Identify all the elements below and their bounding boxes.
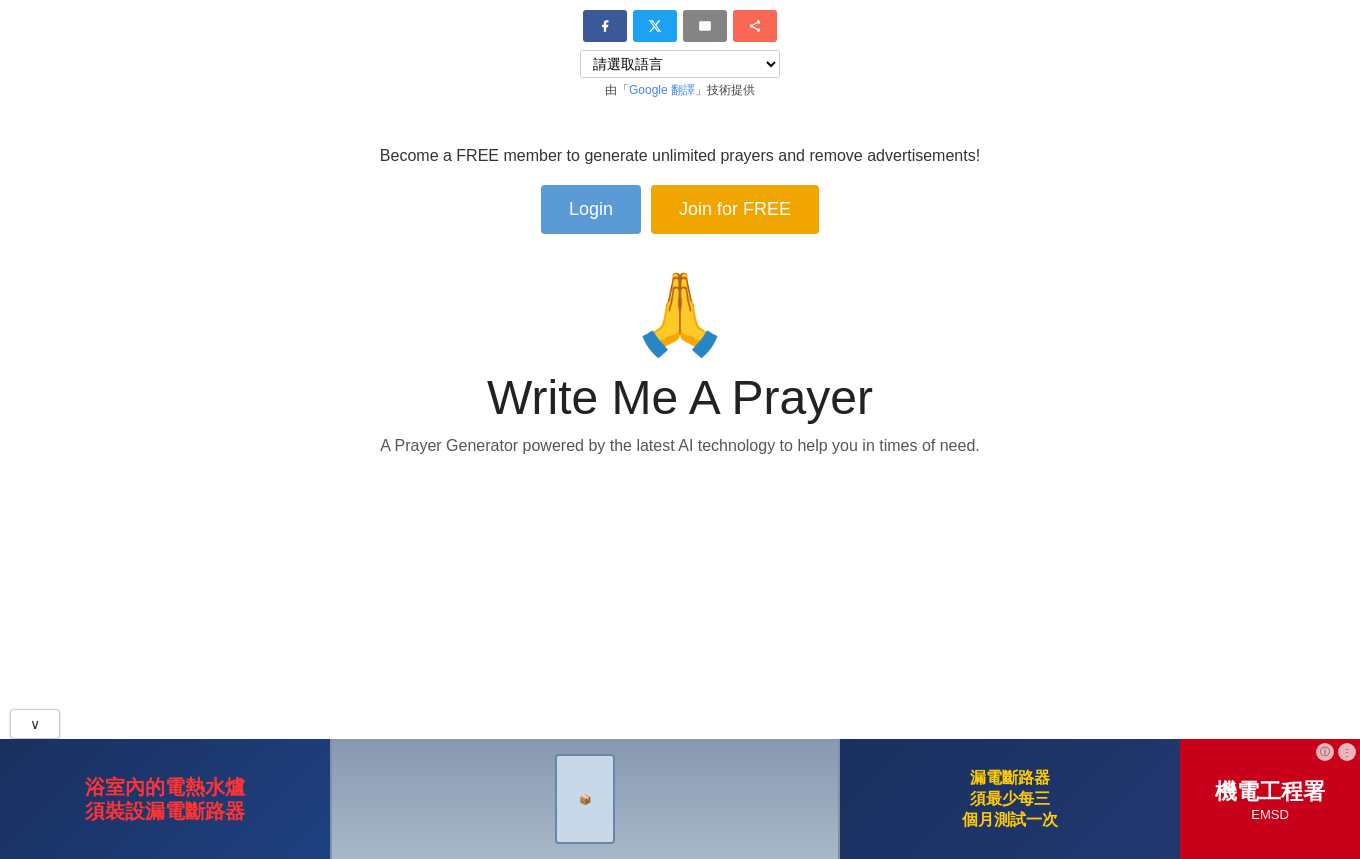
- promo-text: Become a FREE member to generate unlimit…: [380, 147, 980, 165]
- google-translate-credit: 由「Google 翻譯」技術提供: [605, 82, 755, 99]
- svg-point-1: [750, 24, 754, 28]
- ad-info-icons: ⓘ ⋮: [1316, 743, 1356, 761]
- ad-brand-abbr: EMSD: [1251, 807, 1289, 822]
- action-buttons: Login Join for FREE: [541, 185, 819, 234]
- ad-brand-text: 機電工程署: [1215, 777, 1325, 807]
- chevron-down-icon: ∨: [30, 716, 40, 732]
- main-content: Become a FREE member to generate unlimit…: [0, 107, 1360, 495]
- site-title: Write Me A Prayer: [487, 370, 873, 425]
- prayer-emoji: 🙏: [630, 274, 730, 354]
- google-brand: Google 翻譯: [629, 83, 695, 97]
- ad-container: 浴室內的電熱水爐 須裝設漏電斷路器 📦 漏電斷路器 須最少每三 個月測試一次 機…: [0, 739, 1360, 859]
- svg-line-4: [753, 23, 757, 25]
- credit-prefix: 由「: [605, 83, 629, 97]
- twitter-share-button[interactable]: [633, 10, 677, 42]
- facebook-share-button[interactable]: [583, 10, 627, 42]
- credit-suffix: 」技術提供: [695, 83, 755, 97]
- language-selector-wrap: 請選取語言 English 繁體中文 简体中文 日本語 한국어 Español …: [580, 50, 780, 99]
- site-subtitle: A Prayer Generator powered by the latest…: [380, 437, 979, 455]
- join-button[interactable]: Join for FREE: [651, 185, 819, 234]
- svg-point-0: [757, 20, 761, 24]
- ad-segment-1: 浴室內的電熱水爐 須裝設漏電斷路器: [0, 739, 330, 859]
- collapse-button[interactable]: ∨: [10, 709, 60, 739]
- social-share-buttons: [583, 10, 777, 42]
- ad-info-icon[interactable]: ⓘ: [1316, 743, 1334, 761]
- svg-point-2: [757, 28, 761, 32]
- language-select[interactable]: 請選取語言 English 繁體中文 简体中文 日本語 한국어 Español …: [580, 50, 780, 78]
- ad-segment-3: 漏電斷路器 須最少每三 個月測試一次: [840, 739, 1180, 859]
- ad-segment-2: 📦: [330, 739, 840, 859]
- bottom-advertisement: 浴室內的電熱水爐 須裝設漏電斷路器 📦 漏電斷路器 須最少每三 個月測試一次 機…: [0, 739, 1360, 859]
- top-bar: 請選取語言 English 繁體中文 简体中文 日本語 한국어 Español …: [0, 0, 1360, 107]
- sharethis-button[interactable]: [733, 10, 777, 42]
- svg-line-3: [753, 27, 757, 29]
- login-button[interactable]: Login: [541, 185, 641, 234]
- ad-seg1-text: 浴室內的電熱水爐 須裝設漏電斷路器: [85, 775, 245, 823]
- ad-seg3-text: 漏電斷路器 須最少每三 個月測試一次: [962, 768, 1058, 831]
- ad-more-icon[interactable]: ⋮: [1338, 743, 1356, 761]
- email-share-button[interactable]: [683, 10, 727, 42]
